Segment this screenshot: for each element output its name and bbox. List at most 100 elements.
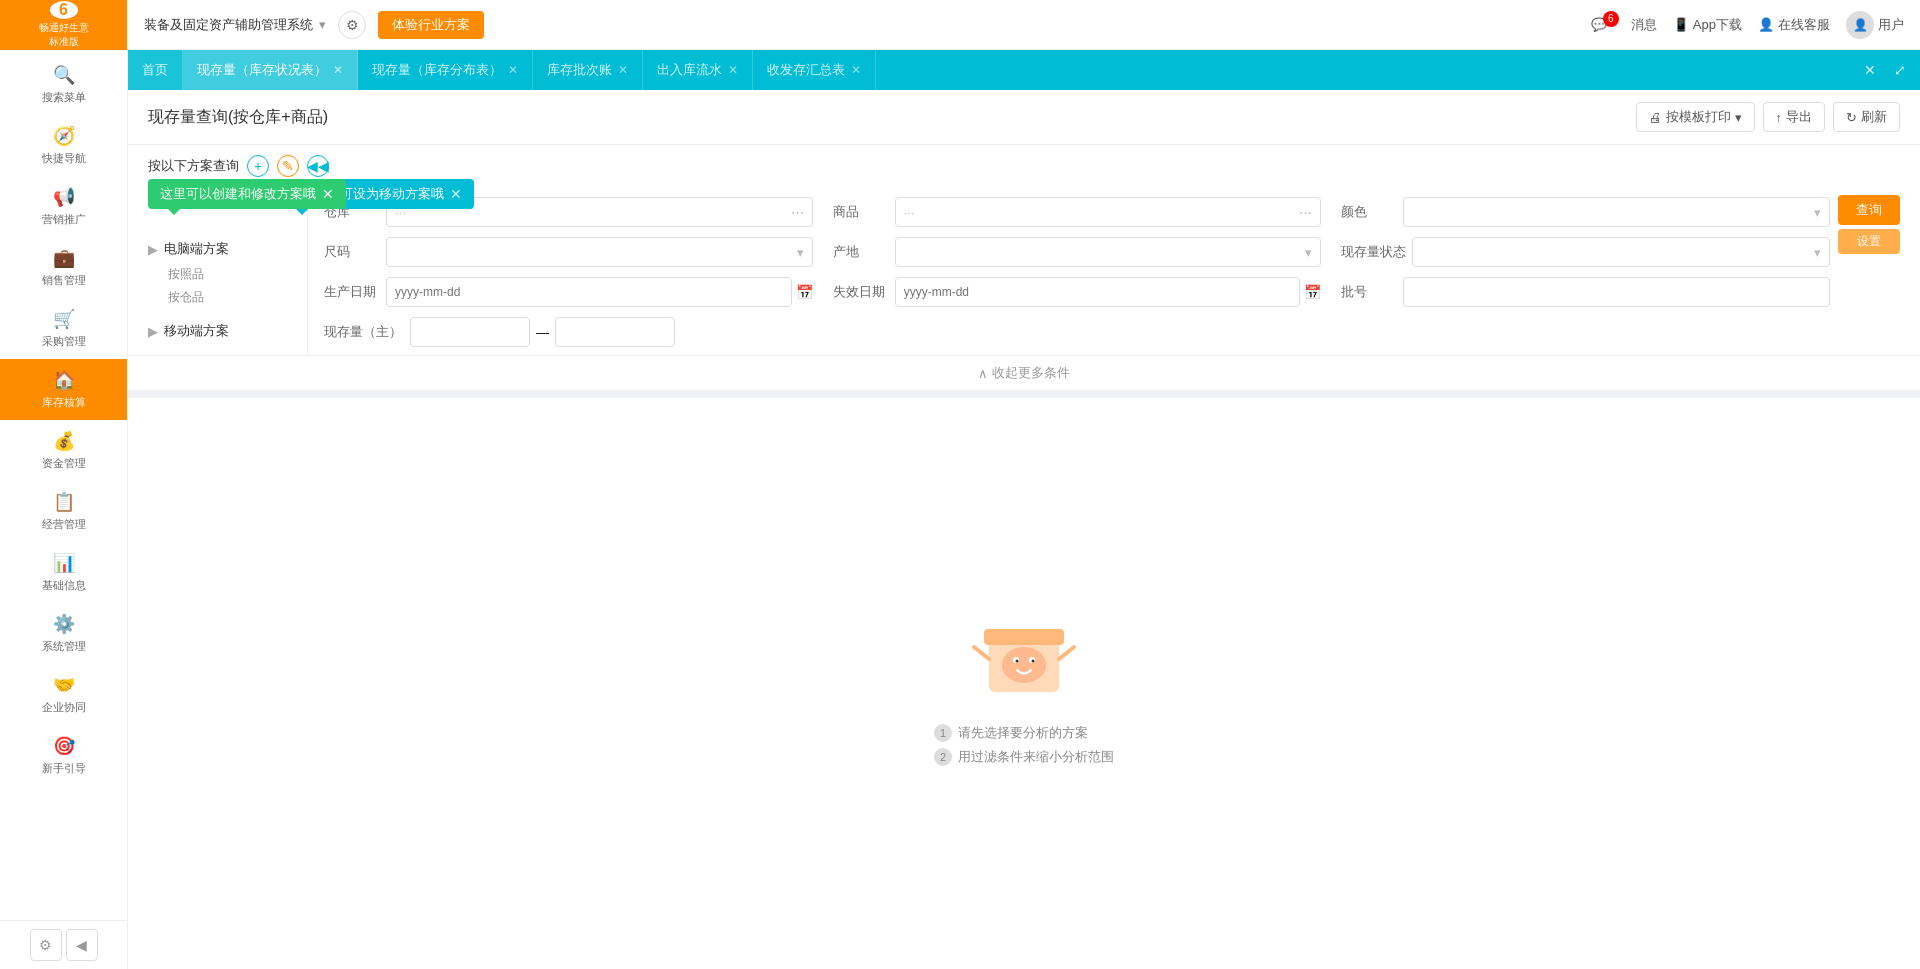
goods-select[interactable]: ··· ⋯ [895,197,1322,227]
batch-no-field: 批号 [1341,277,1830,307]
sidebar-item-marketing-label: 营销推广 [42,212,86,227]
sidebar-item-quicknav[interactable]: 🧭 快捷导航 [0,115,127,176]
sidebar-item-marketing[interactable]: 📢 营销推广 [0,176,127,237]
tab-inventory-status-close[interactable]: ✕ [333,63,343,77]
tab-collect-summary[interactable]: 收发存汇总表 ✕ [753,50,876,90]
tab-inventory-status[interactable]: 现存量（库存状况表） ✕ [183,50,358,90]
user-avatar-item[interactable]: 👤 用户 [1846,11,1904,39]
sidebar-item-search[interactable]: 🔍 搜索菜单 [0,54,127,115]
online-service-item[interactable]: 👤 在线客服 [1758,16,1830,34]
scheme-desktop-child-2[interactable]: 按仓品 [168,286,297,309]
template-print-label: 按模板打印 [1666,108,1731,126]
collapse-bar[interactable]: ∧ 收起更多条件 [128,355,1920,390]
filter-row-2: 尺码 ▾ 产地 ▾ [324,237,1830,267]
sidebar-item-system[interactable]: ⚙️ 系统管理 [0,603,127,664]
inventory-status-select[interactable]: ▾ [1412,237,1830,267]
sidebar-item-basic[interactable]: 📊 基础信息 [0,542,127,603]
sidebar-item-inventory[interactable]: 🏠 库存核算 [0,359,127,420]
color-arrow: ▾ [1814,205,1821,220]
origin-select[interactable]: ▾ [895,237,1322,267]
hint-1: 1 请先选择要分析的方案 [934,724,1114,742]
export-btn[interactable]: ↑ 导出 [1763,102,1826,132]
sidebar-item-finance[interactable]: 💰 资金管理 [0,420,127,481]
sidebar-item-sales[interactable]: 💼 销售管理 [0,237,127,298]
scheme-desktop[interactable]: ▶ 电脑端方案 [148,235,297,263]
edit-scheme-btn[interactable]: ✎ [277,155,299,177]
sidebar-item-guide[interactable]: 🎯 新手引导 [0,725,127,786]
back-btn[interactable]: ◀◀ [307,155,329,177]
scheme-mobile[interactable]: ▶ 移动端方案 [148,317,297,345]
tab-close-all-btn[interactable]: ✕ [1858,58,1882,82]
scheme-mobile-label: 移动端方案 [164,322,229,340]
print-arrow: ▾ [1735,110,1742,125]
experience-button[interactable]: 体验行业方案 [378,11,484,39]
expiry-date-inputs: 📅 [895,277,1322,307]
reset-button[interactable]: 设置 [1838,229,1900,254]
collapse-label: 收起更多条件 [992,364,1070,382]
tab-in-out-flow[interactable]: 出入库流水 ✕ [643,50,753,90]
page-actions: 🖨 按模板打印 ▾ ↑ 导出 ↻ 刷新 [1636,102,1901,132]
tooltip-edit-close[interactable]: ✕ [322,186,334,202]
message-item[interactable]: 💬 6 消息 [1591,16,1657,34]
scheme-desktop-child-1[interactable]: 按照品 [168,263,297,286]
inventory-range: — [410,317,675,347]
export-label: 导出 [1786,108,1812,126]
hint-2-num: 2 [934,748,952,766]
content-area: 现存量查询(按仓库+商品) 🖨 按模板打印 ▾ ↑ 导出 ↻ 刷新 [128,90,1920,969]
tab-batch-ledger-close[interactable]: ✕ [618,63,628,77]
refresh-icon: ↻ [1846,110,1857,125]
inventory-main-label: 现存量（主） [324,323,404,341]
sidebar-item-enterprise[interactable]: 🤝 企业协同 [0,664,127,725]
sidebar-item-guide-label: 新手引导 [42,761,86,776]
inventory-status-label: 现存量状态 [1341,243,1406,261]
sidebar-item-search-label: 搜索菜单 [42,90,86,105]
tab-in-out-flow-close[interactable]: ✕ [728,63,738,77]
tooltip-scheme-close[interactable]: ✕ [450,186,462,202]
top-header: 装备及固定资产辅助管理系统 ▾ ⚙ 体验行业方案 💬 6 消息 📱 App下载 … [128,0,1920,50]
collapse-btn[interactable]: ◀ [66,929,98,961]
dropdown-arrow: ▾ [319,17,326,32]
sidebar-item-purchase-label: 采购管理 [42,334,86,349]
color-field: 颜色 ▾ [1341,197,1830,227]
production-date-label: 生产日期 [324,283,380,301]
filter-header: 按以下方案查询 + ✎ ◀◀ 电脑方案可设为移动方案哦 ✕ [128,145,1920,177]
expiry-date-calendar-icon[interactable]: 📅 [1304,284,1321,300]
goods-dots: ⋯ [1299,205,1312,220]
inventory-min-input[interactable] [410,317,530,347]
query-button[interactable]: 查询 [1838,195,1900,225]
production-date-calendar-icon[interactable]: 📅 [796,284,813,300]
hint-1-num: 1 [934,724,952,742]
tab-home[interactable]: 首页 [128,50,183,90]
edition-label: 标准版 [49,35,79,49]
tab-maximize-btn[interactable]: ⤢ [1888,58,1912,82]
expiry-date-input[interactable] [895,277,1301,307]
template-print-btn[interactable]: 🖨 按模板打印 ▾ [1636,102,1755,132]
settings-btn[interactable]: ⚙ [30,929,62,961]
tab-inventory-dist[interactable]: 现存量（库存分布表） ✕ [358,50,533,90]
origin-label: 产地 [833,243,889,261]
batch-no-input[interactable] [1403,277,1830,307]
tab-home-label: 首页 [142,61,168,79]
gear-button[interactable]: ⚙ [338,11,366,39]
guide-icon: 🎯 [53,735,75,757]
app-download-item[interactable]: 📱 App下载 [1673,16,1742,34]
sidebar-item-operations-label: 经营管理 [42,517,86,532]
svg-point-6 [1032,659,1035,662]
production-date-input[interactable] [386,277,792,307]
sidebar-item-operations[interactable]: 📋 经营管理 [0,481,127,542]
origin-field: 产地 ▾ [833,237,1322,267]
inventory-max-input[interactable] [555,317,675,347]
scheme-and-filter: 这里可以创建和修改方案哦 ✕ ▶ 电脑端方案 按照品 按仓品 [128,187,1920,355]
color-select[interactable]: ▾ [1403,197,1830,227]
empty-hints: 1 请先选择要分析的方案 2 用过滤条件来缩小分析范围 [934,724,1114,766]
sidebar-item-purchase[interactable]: 🛒 采购管理 [0,298,127,359]
tab-collect-summary-close[interactable]: ✕ [851,63,861,77]
filter-row-4: 现存量（主） — [324,317,1830,347]
refresh-btn[interactable]: ↻ 刷新 [1833,102,1900,132]
tooltip-edit-text: 这里可以创建和修改方案哦 [160,185,316,203]
size-select[interactable]: ▾ [386,237,813,267]
tab-inventory-dist-close[interactable]: ✕ [508,63,518,77]
system-icon: ⚙️ [53,613,75,635]
tab-batch-ledger[interactable]: 库存批次账 ✕ [533,50,643,90]
add-scheme-btn[interactable]: + [247,155,269,177]
